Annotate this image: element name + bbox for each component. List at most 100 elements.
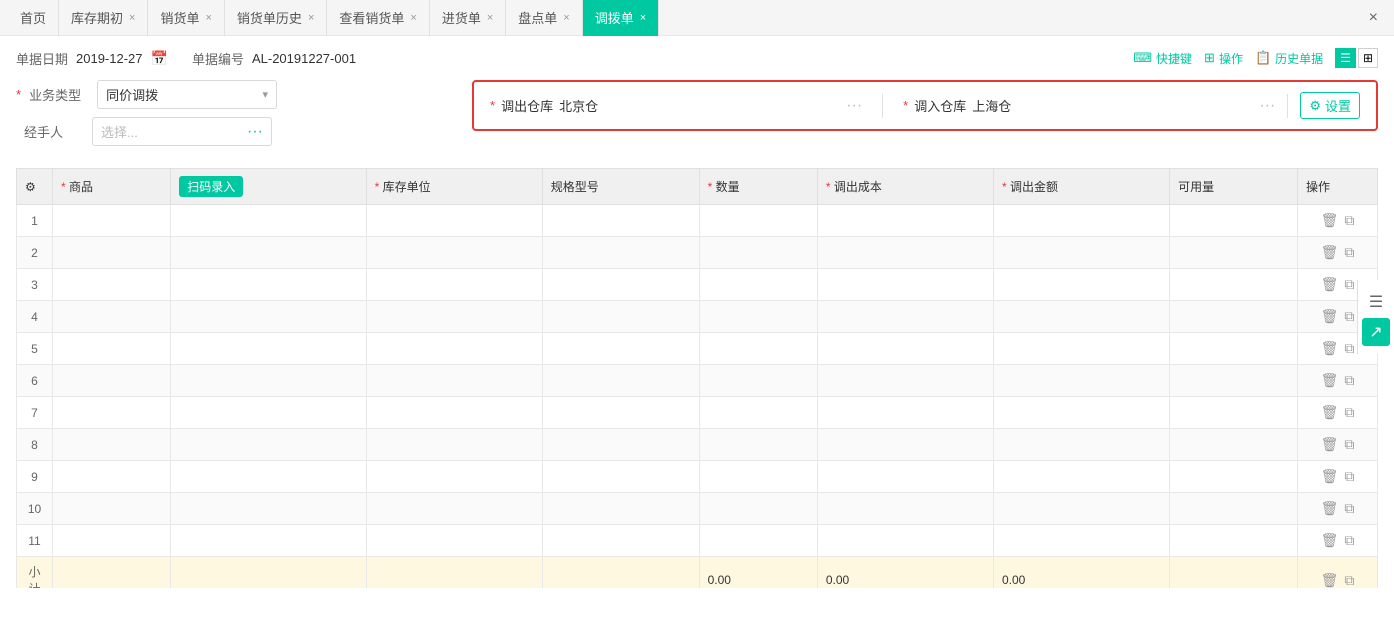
cell-product[interactable] [53, 429, 171, 461]
view-list-btn[interactable]: ☰ [1335, 48, 1356, 68]
tab-home[interactable]: 首页 [8, 0, 59, 36]
cell-quantity[interactable] [699, 237, 817, 269]
cell-quantity[interactable] [699, 333, 817, 365]
cell-amount[interactable] [993, 429, 1169, 461]
cell-spec[interactable] [542, 301, 699, 333]
cell-unit[interactable] [366, 525, 542, 557]
cell-amount[interactable] [993, 365, 1169, 397]
copy-row-icon[interactable]: ⧉ [1344, 532, 1354, 549]
handler-input[interactable]: 选择... ··· [92, 117, 272, 146]
delete-row-icon[interactable]: 🗑 [1321, 340, 1339, 357]
copy-row-icon[interactable]: ⧉ [1344, 372, 1354, 389]
cell-unit[interactable] [366, 205, 542, 237]
cell-quantity[interactable] [699, 525, 817, 557]
copy-row-icon[interactable]: ⧉ [1344, 500, 1354, 517]
cell-amount[interactable] [993, 269, 1169, 301]
tab-close-sales-order[interactable]: × [205, 12, 211, 24]
transfer-in-more-icon[interactable]: ··· [1259, 97, 1275, 115]
cell-amount[interactable] [993, 493, 1169, 525]
cell-unit[interactable] [366, 333, 542, 365]
cell-unit[interactable] [366, 461, 542, 493]
cell-product[interactable] [53, 461, 171, 493]
tab-transfer[interactable]: 调拨单 × [583, 0, 659, 36]
copy-row-icon[interactable]: ⧉ [1344, 436, 1354, 453]
cell-cost[interactable] [817, 525, 993, 557]
tab-inventory-check[interactable]: 盘点单 × [506, 0, 582, 36]
cell-quantity[interactable] [699, 269, 817, 301]
cell-spec[interactable] [542, 237, 699, 269]
cell-spec[interactable] [542, 397, 699, 429]
cell-product[interactable] [53, 365, 171, 397]
cell-cost[interactable] [817, 461, 993, 493]
cell-amount[interactable] [993, 205, 1169, 237]
tab-close-inventory-init[interactable]: × [129, 12, 135, 24]
cell-cost[interactable] [817, 205, 993, 237]
cell-product[interactable] [53, 205, 171, 237]
copy-row-icon[interactable]: ⧉ [1344, 244, 1354, 261]
delete-row-icon[interactable]: 🗑 [1321, 276, 1339, 293]
settings-button[interactable]: ⚙ 设置 [1300, 92, 1360, 119]
cell-unit[interactable] [366, 237, 542, 269]
cell-product[interactable] [53, 397, 171, 429]
history-action[interactable]: 📋 历史单据 [1255, 50, 1323, 67]
cell-amount[interactable] [993, 525, 1169, 557]
delete-row-icon[interactable]: 🗑 [1321, 308, 1339, 325]
transfer-out-more-icon[interactable]: ··· [846, 97, 862, 115]
cell-cost[interactable] [817, 365, 993, 397]
cell-spec[interactable] [542, 269, 699, 301]
cell-cost[interactable] [817, 429, 993, 461]
cell-spec[interactable] [542, 429, 699, 461]
tab-bar-close-button[interactable]: × [1361, 9, 1386, 27]
cell-cost[interactable] [817, 493, 993, 525]
delete-row-icon[interactable]: 🗑 [1321, 372, 1339, 389]
calendar-icon[interactable]: 📅 [151, 50, 168, 67]
scan-entry-button[interactable]: 扫码录入 [179, 176, 243, 197]
copy-row-icon[interactable]: ⧉ [1344, 276, 1354, 293]
business-type-dropdown[interactable]: 同价调拨 ▾ [97, 80, 277, 109]
cell-quantity[interactable] [699, 301, 817, 333]
cell-quantity[interactable] [699, 365, 817, 397]
tab-view-sales[interactable]: 查看销货单 × [327, 0, 429, 36]
copy-row-icon[interactable]: ⧉ [1344, 308, 1354, 325]
cell-product[interactable] [53, 525, 171, 557]
operations-action[interactable]: ⊞ 操作 [1204, 50, 1243, 67]
cell-spec[interactable] [542, 493, 699, 525]
cell-amount[interactable] [993, 237, 1169, 269]
cell-spec[interactable] [542, 525, 699, 557]
tab-close-sales-history[interactable]: × [308, 12, 314, 24]
cell-unit[interactable] [366, 365, 542, 397]
sidebar-export-icon[interactable]: ↗ [1362, 318, 1390, 346]
copy-row-icon[interactable]: ⧉ [1344, 340, 1354, 357]
cell-spec[interactable] [542, 365, 699, 397]
cell-quantity[interactable] [699, 461, 817, 493]
cell-spec[interactable] [542, 461, 699, 493]
delete-row-icon[interactable]: 🗑 [1321, 212, 1339, 229]
delete-row-icon[interactable]: 🗑 [1321, 500, 1339, 517]
cell-amount[interactable] [993, 461, 1169, 493]
tab-close-transfer[interactable]: × [640, 12, 646, 24]
copy-row-icon[interactable]: ⧉ [1344, 468, 1354, 485]
cell-amount[interactable] [993, 301, 1169, 333]
tab-close-view-sales[interactable]: × [410, 12, 416, 24]
cell-cost[interactable] [817, 333, 993, 365]
cell-unit[interactable] [366, 493, 542, 525]
delete-row-icon[interactable]: 🗑 [1321, 436, 1339, 453]
cell-quantity[interactable] [699, 429, 817, 461]
cell-product[interactable] [53, 333, 171, 365]
cell-product[interactable] [53, 269, 171, 301]
tab-sales-order[interactable]: 销货单 × [148, 0, 224, 36]
cell-unit[interactable] [366, 397, 542, 429]
delete-row-icon[interactable]: 🗑 [1321, 404, 1339, 421]
tab-sales-history[interactable]: 销货单历史 × [225, 0, 327, 36]
cell-product[interactable] [53, 493, 171, 525]
shortcut-action[interactable]: ⌨ 快捷键 [1133, 50, 1192, 67]
cell-unit[interactable] [366, 301, 542, 333]
cell-product[interactable] [53, 237, 171, 269]
handler-more-icon[interactable]: ··· [247, 123, 263, 141]
subtotal-delete-icon[interactable]: 🗑 [1321, 572, 1339, 589]
cell-quantity[interactable] [699, 205, 817, 237]
delete-row-icon[interactable]: 🗑 [1321, 532, 1339, 549]
cell-quantity[interactable] [699, 397, 817, 429]
copy-row-icon[interactable]: ⧉ [1344, 212, 1354, 229]
cell-cost[interactable] [817, 301, 993, 333]
